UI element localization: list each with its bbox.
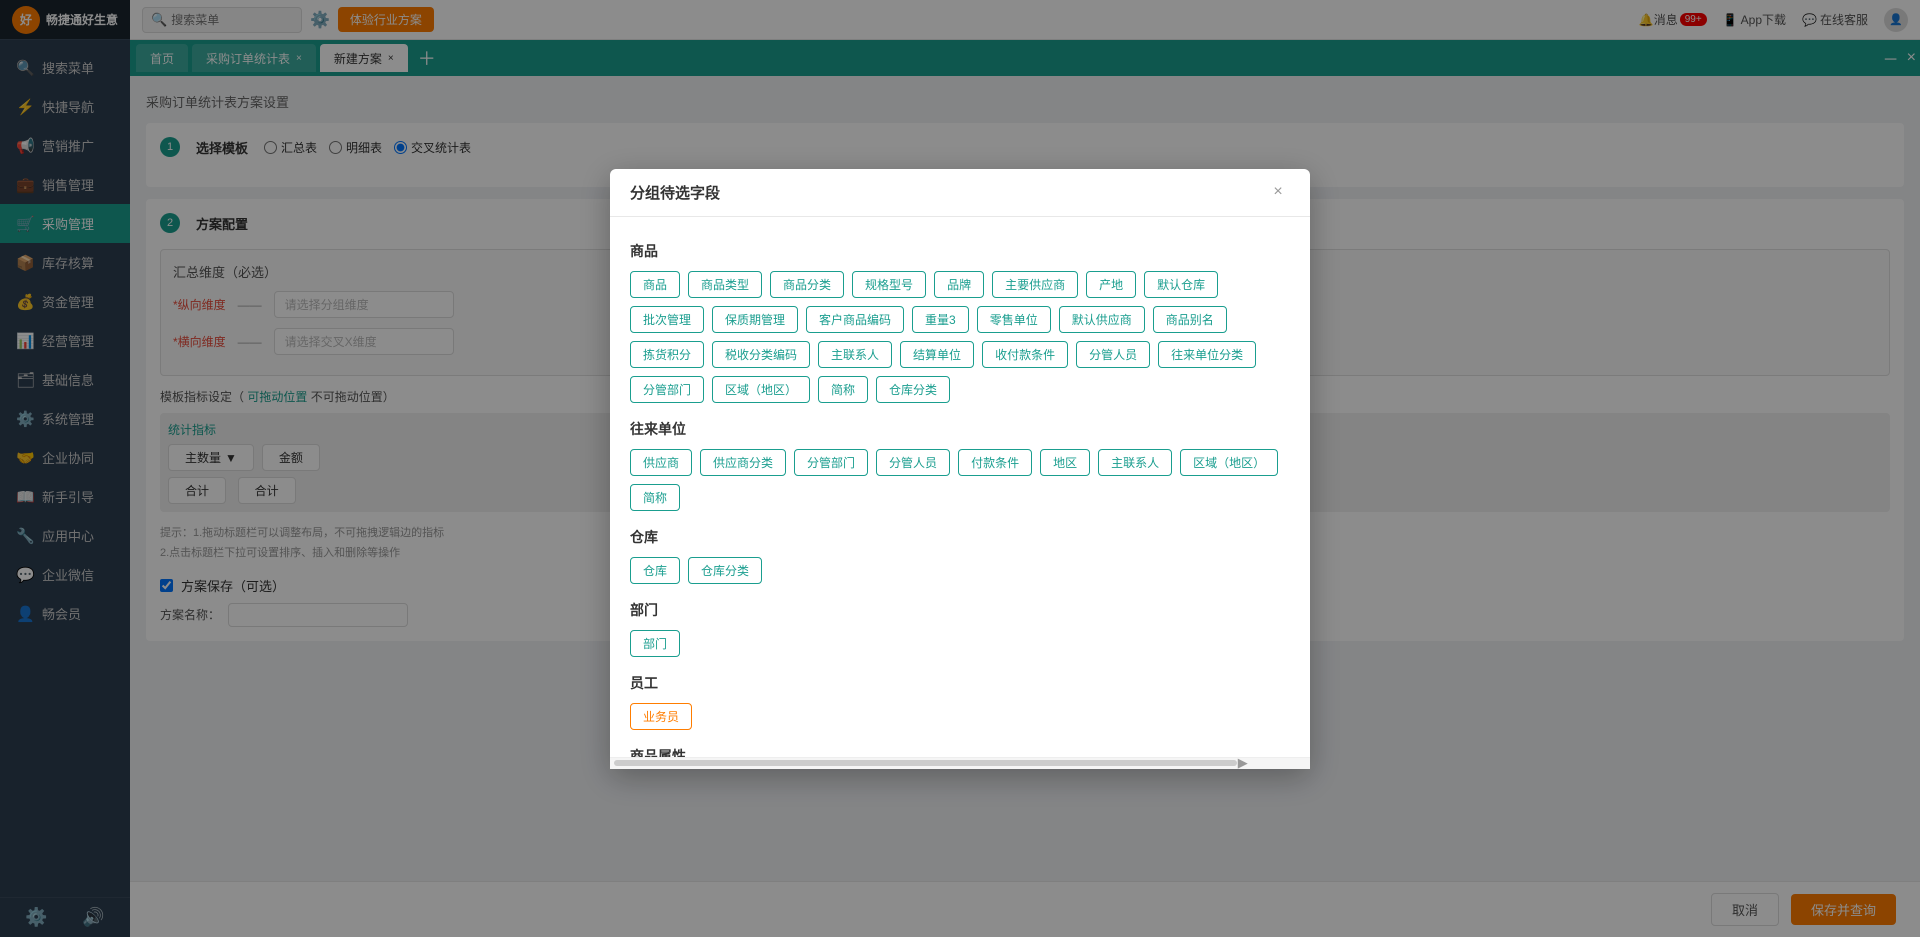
field-chip-partner-short[interactable]: 简称 <box>630 484 680 511</box>
field-chip-main-contact[interactable]: 主联系人 <box>818 341 892 368</box>
field-chip-partner-person[interactable]: 分管人员 <box>876 449 950 476</box>
field-chip-region[interactable]: 区域（地区） <box>712 376 810 403</box>
field-chip-brand[interactable]: 品牌 <box>934 271 984 298</box>
overlay: 分组待选字段 × 商品 商品 商品类型 商品分类 规格型号 品牌 主要供应商 产… <box>0 0 1920 937</box>
field-chip-main-supplier[interactable]: 主要供应商 <box>992 271 1078 298</box>
field-chip-alias[interactable]: 商品别名 <box>1153 306 1227 333</box>
field-grid-dept: 部门 <box>630 630 1290 657</box>
dialog-close-button[interactable]: × <box>1266 180 1290 204</box>
dialog-header: 分组待选字段 × <box>610 169 1310 217</box>
section-title-warehouse: 仓库 <box>630 527 1290 547</box>
field-chip-payment-cond[interactable]: 付款条件 <box>958 449 1032 476</box>
dialog-title: 分组待选字段 <box>630 182 720 203</box>
field-chip-short-name[interactable]: 简称 <box>818 376 868 403</box>
field-chip-supplier-cat[interactable]: 供应商分类 <box>700 449 786 476</box>
field-chip-tax-code[interactable]: 税收分类编码 <box>712 341 810 368</box>
field-chip-spec[interactable]: 规格型号 <box>852 271 926 298</box>
field-chip-dept[interactable]: 部门 <box>630 630 680 657</box>
field-chip-weight[interactable]: 重量3 <box>912 306 969 333</box>
field-chip-default-wh[interactable]: 默认仓库 <box>1144 271 1218 298</box>
field-chip-supervisor[interactable]: 分管人员 <box>1076 341 1150 368</box>
field-chip-pick-score[interactable]: 拣货积分 <box>630 341 704 368</box>
field-chip-payment-terms[interactable]: 收付款条件 <box>982 341 1068 368</box>
section-title-dept: 部门 <box>630 600 1290 620</box>
field-chip-customer-code[interactable]: 客户商品编码 <box>806 306 904 333</box>
field-chip-partner-contact[interactable]: 主联系人 <box>1098 449 1172 476</box>
field-chip-area[interactable]: 地区 <box>1040 449 1090 476</box>
section-title-staff: 员工 <box>630 673 1290 693</box>
field-chip-batch[interactable]: 批次管理 <box>630 306 704 333</box>
dialog-hscroll[interactable]: ▶ <box>610 757 1310 769</box>
field-chip-partner-dept[interactable]: 分管部门 <box>794 449 868 476</box>
field-chip-settle-unit[interactable]: 结算单位 <box>900 341 974 368</box>
field-chip-origin[interactable]: 产地 <box>1086 271 1136 298</box>
field-chip-warehouse-cat[interactable]: 仓库分类 <box>688 557 762 584</box>
field-chip-partner-cat[interactable]: 往来单位分类 <box>1158 341 1256 368</box>
field-chip-default-supplier[interactable]: 默认供应商 <box>1059 306 1145 333</box>
field-select-dialog: 分组待选字段 × 商品 商品 商品类型 商品分类 规格型号 品牌 主要供应商 产… <box>610 169 1310 769</box>
section-title-product: 商品 <box>630 241 1290 261</box>
field-grid-staff: 业务员 <box>630 703 1290 730</box>
field-chip-supplier[interactable]: 供应商 <box>630 449 692 476</box>
field-chip-partner-region[interactable]: 区域（地区） <box>1180 449 1278 476</box>
field-chip-product[interactable]: 商品 <box>630 271 680 298</box>
field-chip-wh-cat[interactable]: 仓库分类 <box>876 376 950 403</box>
section-title-partner: 往来单位 <box>630 419 1290 439</box>
dialog-body[interactable]: 商品 商品 商品类型 商品分类 规格型号 品牌 主要供应商 产地 默认仓库 批次… <box>610 217 1310 757</box>
field-grid-warehouse: 仓库 仓库分类 <box>630 557 1290 584</box>
section-title-attr: 商品属性 <box>630 746 1290 757</box>
field-grid-product: 商品 商品类型 商品分类 规格型号 品牌 主要供应商 产地 默认仓库 批次管理 … <box>630 271 1290 403</box>
hscroll-right-arrow[interactable]: ▶ <box>1237 757 1249 769</box>
field-chip-warehouse[interactable]: 仓库 <box>630 557 680 584</box>
field-chip-retail-unit[interactable]: 零售单位 <box>977 306 1051 333</box>
field-chip-product-category[interactable]: 商品分类 <box>770 271 844 298</box>
field-chip-shelf-life[interactable]: 保质期管理 <box>712 306 798 333</box>
field-chip-product-type[interactable]: 商品类型 <box>688 271 762 298</box>
field-chip-salesman[interactable]: 业务员 <box>630 703 692 730</box>
hscroll-thumb <box>614 760 1237 766</box>
field-grid-partner: 供应商 供应商分类 分管部门 分管人员 付款条件 地区 主联系人 区域（地区） … <box>630 449 1290 511</box>
field-chip-dept-mgr[interactable]: 分管部门 <box>630 376 704 403</box>
